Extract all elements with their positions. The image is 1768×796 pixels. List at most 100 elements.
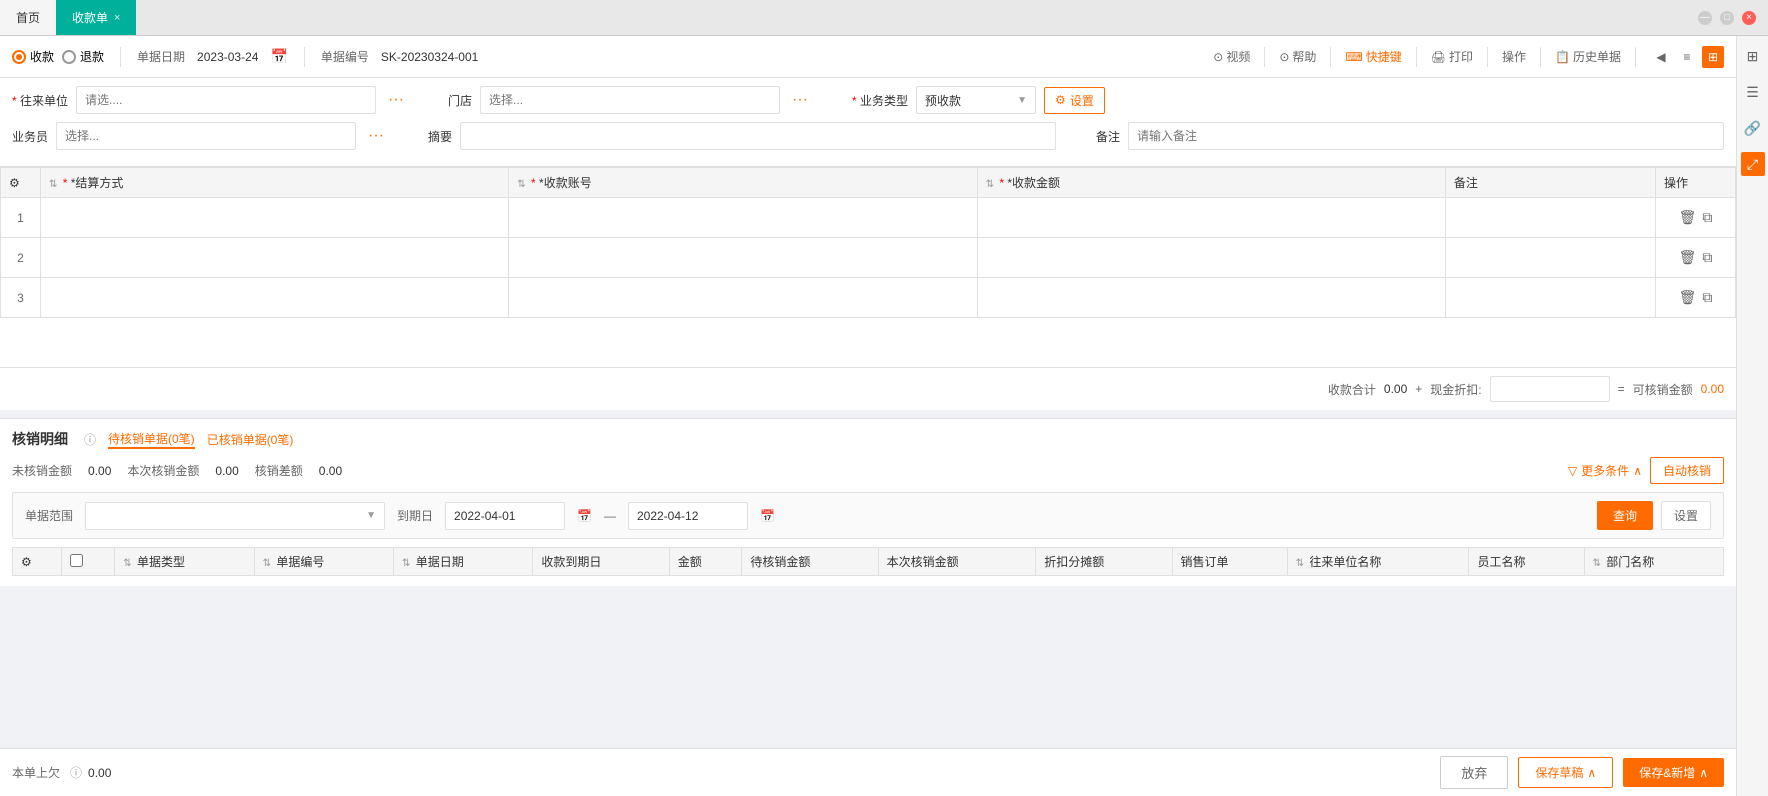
row-3-settlement[interactable]: [41, 278, 509, 318]
sidebar-link-icon[interactable]: 🔗: [1741, 116, 1765, 140]
staff-input[interactable]: [56, 122, 356, 150]
row-2-account[interactable]: [509, 238, 977, 278]
th-settlement-label: *结算方式: [63, 176, 124, 190]
bottom-table: ⚙ ⇅ 单据类型 ⇅ 单据编号 ⇅: [12, 547, 1724, 576]
th-actions: 操作: [1656, 168, 1736, 198]
sort-icon-settlement[interactable]: ⇅: [49, 179, 57, 190]
select-all-checkbox[interactable]: [70, 554, 83, 567]
row-2-settlement[interactable]: [41, 238, 509, 278]
form-row-2: 业务员 ··· 摘要 备注: [12, 122, 1724, 150]
window-maximize[interactable]: □: [1720, 11, 1734, 25]
staff-more-btn[interactable]: ···: [364, 127, 388, 145]
history-btn[interactable]: 📋 历史单据: [1555, 48, 1621, 65]
sidebar-expand-icon[interactable]: ⤢: [1741, 152, 1765, 176]
row-1-settlement[interactable]: [41, 198, 509, 238]
print-btn[interactable]: 🖨 打印: [1431, 48, 1473, 65]
store-label: 门店: [448, 92, 472, 109]
date-calendar-icon[interactable]: 📅: [270, 48, 287, 65]
due-date-end-input[interactable]: [628, 502, 748, 530]
shortcut-btn[interactable]: ⌨ 快捷键: [1345, 48, 1401, 65]
row-3-amount[interactable]: [977, 278, 1445, 318]
net-label: 可核销金额: [1633, 381, 1693, 398]
settings-button[interactable]: ⚙ 设置: [1044, 87, 1105, 114]
prev-view-icon[interactable]: ◀: [1650, 46, 1672, 68]
tab-receipt[interactable]: 收款单 ×: [56, 0, 136, 35]
footer-info-icon[interactable]: ⓘ: [70, 764, 82, 781]
bill-range-select[interactable]: ▼: [85, 502, 385, 530]
row-1-account[interactable]: [509, 198, 977, 238]
save-draft-button[interactable]: 保存草稿 ∧: [1518, 757, 1613, 788]
radio-refund-circle: [62, 50, 76, 64]
window-controls: — □ ×: [1698, 11, 1768, 25]
save-new-button[interactable]: 保存&新增 ∧: [1623, 758, 1724, 787]
sort-icon-bill-type[interactable]: ⇅: [123, 558, 131, 569]
due-date-start-input[interactable]: [445, 502, 565, 530]
store-more-btn[interactable]: ···: [788, 91, 812, 109]
th-actions-label: 操作: [1664, 176, 1688, 190]
list-view-icon[interactable]: ≡: [1676, 46, 1698, 68]
sidebar-list-icon[interactable]: ☰: [1741, 80, 1765, 104]
sort-icon-partner-name[interactable]: ⇅: [1296, 558, 1304, 569]
window-minimize[interactable]: —: [1698, 11, 1712, 25]
net-value: 0.00: [1701, 382, 1724, 396]
auto-verify-btn[interactable]: 自动核销: [1650, 457, 1724, 484]
row-3-copy-icon[interactable]: ⧉: [1702, 289, 1712, 306]
row-2-copy-icon[interactable]: ⧉: [1702, 249, 1712, 266]
th-gear[interactable]: ⚙: [1, 168, 41, 198]
row-3-account[interactable]: [509, 278, 977, 318]
row-1-copy-icon[interactable]: ⧉: [1702, 209, 1712, 226]
row-3-delete-icon[interactable]: 🗑: [1679, 289, 1697, 306]
row-2-remark[interactable]: [1445, 238, 1655, 278]
shortcut-icon: ⌨: [1345, 50, 1362, 64]
bth-checkbox[interactable]: [62, 548, 115, 576]
remark-input[interactable]: [1128, 122, 1724, 150]
verify-info-icon[interactable]: ⓘ: [84, 431, 96, 448]
business-type-select[interactable]: 预收款 ▼: [916, 86, 1036, 114]
abandon-button[interactable]: 放弃: [1440, 756, 1508, 789]
radio-refund-label: 退款: [80, 48, 104, 65]
due-date-start-calendar-icon[interactable]: 📅: [577, 509, 592, 523]
tab-home[interactable]: 首页: [0, 0, 56, 35]
window-close[interactable]: ×: [1742, 11, 1756, 25]
sort-icon-bill-date[interactable]: ⇅: [402, 558, 410, 569]
partner-input[interactable]: [76, 86, 376, 114]
operation-btn[interactable]: 操作: [1502, 48, 1526, 65]
form-row-1: 往来单位 ··· 门店 ··· 业务类型 预收款 ▼ ⚙ 设置: [12, 86, 1724, 114]
query-btn[interactable]: 查询: [1597, 501, 1653, 530]
row-1-remark[interactable]: [1445, 198, 1655, 238]
settings-label: 设置: [1070, 92, 1094, 109]
radio-receipt[interactable]: 收款: [12, 48, 54, 65]
radio-group: 收款 退款: [12, 48, 104, 65]
radio-refund[interactable]: 退款: [62, 48, 104, 65]
sort-icon-amount[interactable]: ⇅: [986, 179, 994, 190]
row-1-delete-icon[interactable]: 🗑: [1679, 209, 1697, 226]
verify-tab-done[interactable]: 已核销单据(0笔): [207, 431, 294, 448]
due-date-end-calendar-icon[interactable]: 📅: [760, 509, 775, 523]
sort-icon-dept-name[interactable]: ⇅: [1593, 558, 1601, 569]
tab-bar: 首页 收款单 × — □ ×: [0, 0, 1768, 36]
help-btn[interactable]: ⊙ 帮助: [1279, 48, 1316, 65]
discount-input[interactable]: [1490, 376, 1610, 402]
sort-icon-account[interactable]: ⇅: [517, 179, 525, 190]
history-icon: 📋: [1555, 50, 1570, 64]
more-filter-btn[interactable]: ▽ 更多条件 ∧: [1568, 462, 1642, 479]
bottom-settings-btn[interactable]: 设置: [1661, 501, 1711, 530]
discount-label: 现金折扣:: [1430, 381, 1481, 398]
partner-more-btn[interactable]: ···: [384, 91, 408, 109]
verify-tab-pending[interactable]: 待核销单据(0笔): [108, 430, 195, 449]
tab-close-icon[interactable]: ×: [114, 12, 120, 24]
separator-2: [304, 47, 305, 67]
summary-row: 收款合计 0.00 + 现金折扣: = 可核销金额 0.00: [0, 367, 1736, 410]
video-btn[interactable]: ⊙ 视频: [1213, 48, 1250, 65]
form-area: 往来单位 ··· 门店 ··· 业务类型 预收款 ▼ ⚙ 设置: [0, 78, 1736, 167]
row-1-amount[interactable]: [977, 198, 1445, 238]
row-2-amount[interactable]: [977, 238, 1445, 278]
row-3-remark[interactable]: [1445, 278, 1655, 318]
sort-icon-bill-no[interactable]: ⇅: [263, 558, 271, 569]
row-2-delete-icon[interactable]: 🗑: [1679, 249, 1697, 266]
store-input[interactable]: [480, 86, 780, 114]
bth-gear[interactable]: ⚙: [13, 548, 62, 576]
grid-view-icon[interactable]: ⊞: [1702, 46, 1724, 68]
sidebar-table-icon[interactable]: ⊞: [1741, 44, 1765, 68]
summary-input[interactable]: [460, 122, 1056, 150]
